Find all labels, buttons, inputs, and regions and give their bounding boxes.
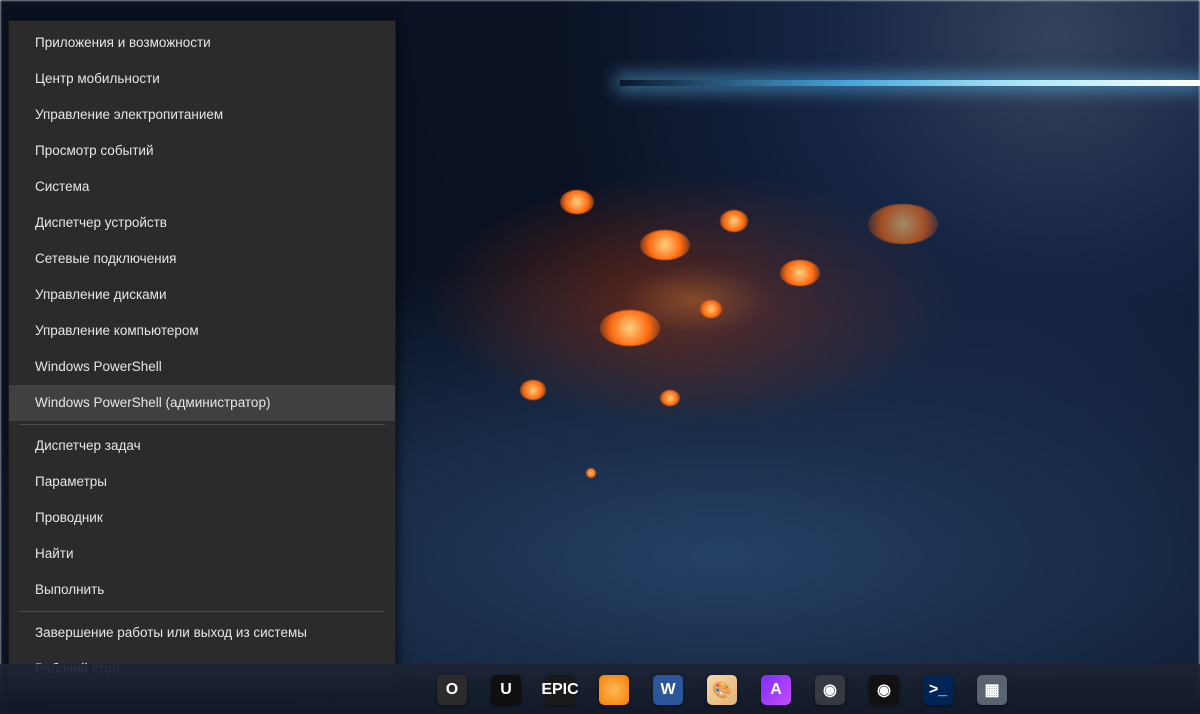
menu-item[interactable]: Завершение работы или выход из системы	[9, 615, 395, 651]
menu-separator	[19, 424, 385, 425]
menu-item[interactable]: Проводник	[9, 500, 395, 536]
ember	[868, 204, 938, 244]
menu-item[interactable]: Найти	[9, 536, 395, 572]
ember	[720, 210, 748, 232]
ember	[520, 380, 546, 400]
taskbar-icon-powershell[interactable]: >_	[914, 666, 962, 714]
ember	[660, 390, 680, 406]
taskbar-icon-origin[interactable]: O	[428, 666, 476, 714]
affinity-icon: A	[761, 675, 791, 705]
app-icon: ▦	[977, 675, 1007, 705]
ember	[780, 260, 820, 286]
menu-item[interactable]: Windows PowerShell	[9, 349, 395, 385]
nvidia-icon: ◉	[869, 675, 899, 705]
paint-icon: 🎨	[707, 675, 737, 705]
taskbar-icon-paint[interactable]: 🎨	[698, 666, 746, 714]
menu-item[interactable]: Приложения и возможности	[9, 25, 395, 61]
menu-item[interactable]: Выполнить	[9, 572, 395, 608]
taskbar-icon-epic[interactable]: EPIC	[536, 666, 584, 714]
taskbar-icon-app[interactable]: ▦	[968, 666, 1016, 714]
taskbar-icon-word[interactable]: W	[644, 666, 692, 714]
menu-item[interactable]: Windows PowerShell (администратор)	[9, 385, 395, 421]
powershell-icon: >_	[923, 675, 953, 705]
taskbar: OU EPIC W 🎨 A ◉ ◉ >_ ▦	[0, 664, 1200, 714]
taskbar-icon-nvidia[interactable]: ◉	[860, 666, 908, 714]
ember	[600, 310, 660, 346]
ember	[640, 230, 690, 260]
ember	[560, 190, 594, 214]
menu-item[interactable]: Параметры	[9, 464, 395, 500]
winx-context-menu[interactable]: Приложения и возможностиЦентр мобильност…	[8, 20, 396, 692]
lens-flare	[620, 80, 1200, 86]
menu-item[interactable]: Управление компьютером	[9, 313, 395, 349]
taskbar-icon-cloudflare[interactable]	[590, 666, 638, 714]
epic-icon: EPIC	[545, 675, 575, 705]
taskbar-icon-discord[interactable]: ◉	[806, 666, 854, 714]
menu-item[interactable]: Просмотр событий	[9, 133, 395, 169]
cloudflare-icon	[599, 675, 629, 705]
taskbar-icon-ubisoft[interactable]: U	[482, 666, 530, 714]
ember	[586, 468, 596, 478]
menu-separator	[19, 611, 385, 612]
menu-item[interactable]: Управление дисками	[9, 277, 395, 313]
taskbar-icon-affinity[interactable]: A	[752, 666, 800, 714]
origin-icon: O	[437, 675, 467, 705]
ubisoft-icon: U	[491, 675, 521, 705]
menu-item[interactable]: Центр мобильности	[9, 61, 395, 97]
menu-item[interactable]: Сетевые подключения	[9, 241, 395, 277]
word-icon: W	[653, 675, 683, 705]
menu-item[interactable]: Система	[9, 169, 395, 205]
menu-item[interactable]: Диспетчер задач	[9, 428, 395, 464]
ember	[700, 300, 722, 318]
menu-item[interactable]: Управление электропитанием	[9, 97, 395, 133]
menu-item[interactable]: Диспетчер устройств	[9, 205, 395, 241]
discord-icon: ◉	[815, 675, 845, 705]
